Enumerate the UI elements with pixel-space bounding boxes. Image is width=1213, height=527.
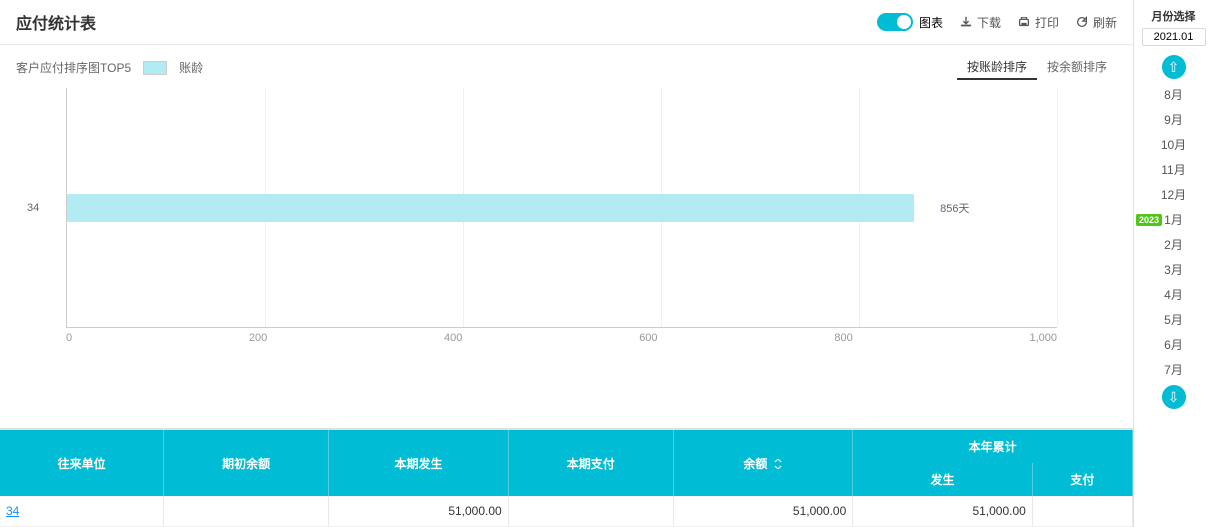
sidebar-year-input[interactable] <box>1142 28 1206 46</box>
page-title: 应付统计表 <box>16 10 96 34</box>
sidebar-scroll-down-button[interactable]: ⇩ <box>1162 385 1186 409</box>
sidebar-month-10[interactable]: 10月 <box>1134 132 1213 157</box>
grid-line-5 <box>1057 88 1058 327</box>
th-year-total: 本年累计 <box>853 430 1133 463</box>
th-balance: 余额 <box>673 430 853 496</box>
sidebar-month-8[interactable]: 8月 <box>1134 82 1213 107</box>
th-unit: 往来单位 <box>0 430 164 496</box>
chart-title: 客户应付排序图TOP5 <box>16 59 131 76</box>
sidebar-scroll-up-button[interactable]: ⇧ <box>1162 55 1186 79</box>
chart-toggle-wrap: 图表 <box>877 13 943 31</box>
print-label: 打印 <box>1035 14 1059 31</box>
x-label-0: 0 <box>66 332 72 344</box>
sidebar-month-9[interactable]: 9月 <box>1134 107 1213 132</box>
th-current-occ: 本期发生 <box>329 430 509 496</box>
x-label-4: 800 <box>834 332 852 344</box>
x-axis: 0 200 400 600 800 1,000 <box>66 328 1057 344</box>
print-button[interactable]: 打印 <box>1017 14 1059 31</box>
chart-bar: 856天 <box>67 194 914 222</box>
data-table: 往来单位 期初余额 本期发生 本期支付 余额 本年累计 发生 支付 <box>0 428 1133 527</box>
right-sidebar: 月份选择 ⇧ 8月 9月 10月 11月 12月 2023 1月 2月 3月 4… <box>1133 0 1213 527</box>
sidebar-month-list: 8月 9月 10月 11月 12月 2023 1月 2月 3月 4月 5月 6月… <box>1134 82 1213 382</box>
chart-grid: 34 856天 <box>66 88 1057 328</box>
summary-table: 往来单位 期初余额 本期发生 本期支付 余额 本年累计 发生 支付 <box>0 430 1133 527</box>
chart-toggle[interactable] <box>877 13 913 31</box>
year-badge: 2023 <box>1136 214 1162 226</box>
bar-value-label: 856天 <box>940 200 969 216</box>
td-current-occ: 51,000.00 <box>329 496 509 527</box>
balance-sort-icon <box>773 459 783 469</box>
sidebar-month-11[interactable]: 11月 <box>1134 157 1213 182</box>
chart-section: 客户应付排序图TOP5 账龄 按账龄排序 按余额排序 <box>0 45 1133 428</box>
sidebar-title: 月份选择 <box>1152 8 1196 24</box>
download-button[interactable]: 下载 <box>959 14 1001 31</box>
td-balance: 51,000.00 <box>673 496 853 527</box>
table-row: 34 51,000.00 51,000.00 51,000.00 <box>0 496 1133 527</box>
download-icon <box>959 15 973 29</box>
chart-label: 图表 <box>919 14 943 31</box>
page-header: 应付统计表 图表 下载 <box>0 0 1133 45</box>
chart-area: 34 856天 0 200 400 600 800 1,000 <box>16 88 1117 378</box>
x-label-5: 1,000 <box>1029 332 1057 344</box>
chart-legend: 客户应付排序图TOP5 账龄 <box>16 59 203 76</box>
th-current-pay: 本期支付 <box>508 430 673 496</box>
sidebar-month-3[interactable]: 3月 <box>1134 257 1213 282</box>
legend-label: 账龄 <box>179 59 203 76</box>
sidebar-month-6[interactable]: 6月 <box>1134 332 1213 357</box>
chart-sort-buttons: 按账龄排序 按余额排序 <box>957 55 1117 80</box>
td-year-pay <box>1032 496 1132 527</box>
chart-header: 客户应付排序图TOP5 账龄 按账龄排序 按余额排序 <box>16 55 1117 80</box>
header-actions: 图表 下载 打印 <box>877 13 1117 31</box>
sidebar-month-5[interactable]: 5月 <box>1134 307 1213 332</box>
refresh-button[interactable]: 刷新 <box>1075 14 1117 31</box>
sidebar-month-1[interactable]: 2023 1月 <box>1134 207 1213 232</box>
th-opening: 期初余额 <box>164 430 329 496</box>
refresh-icon <box>1075 15 1089 29</box>
td-current-pay <box>508 496 673 527</box>
th-year-pay: 支付 <box>1032 463 1132 496</box>
x-label-1: 200 <box>249 332 267 344</box>
sort-by-balance-button[interactable]: 按余额排序 <box>1037 55 1117 80</box>
th-year-occ: 发生 <box>853 463 1033 496</box>
x-label-3: 600 <box>639 332 657 344</box>
x-label-2: 400 <box>444 332 462 344</box>
sort-by-age-button[interactable]: 按账龄排序 <box>957 55 1037 80</box>
td-year-occ: 51,000.00 <box>853 496 1033 527</box>
legend-box <box>143 61 167 75</box>
sidebar-month-7[interactable]: 7月 <box>1134 357 1213 382</box>
td-unit[interactable]: 34 <box>0 496 164 527</box>
sidebar-month-4[interactable]: 4月 <box>1134 282 1213 307</box>
sidebar-month-2[interactable]: 2月 <box>1134 232 1213 257</box>
download-label: 下载 <box>977 14 1001 31</box>
print-icon <box>1017 15 1031 29</box>
refresh-label: 刷新 <box>1093 14 1117 31</box>
y-axis-label: 34 <box>27 202 39 214</box>
td-opening <box>164 496 329 527</box>
sidebar-month-12[interactable]: 12月 <box>1134 182 1213 207</box>
